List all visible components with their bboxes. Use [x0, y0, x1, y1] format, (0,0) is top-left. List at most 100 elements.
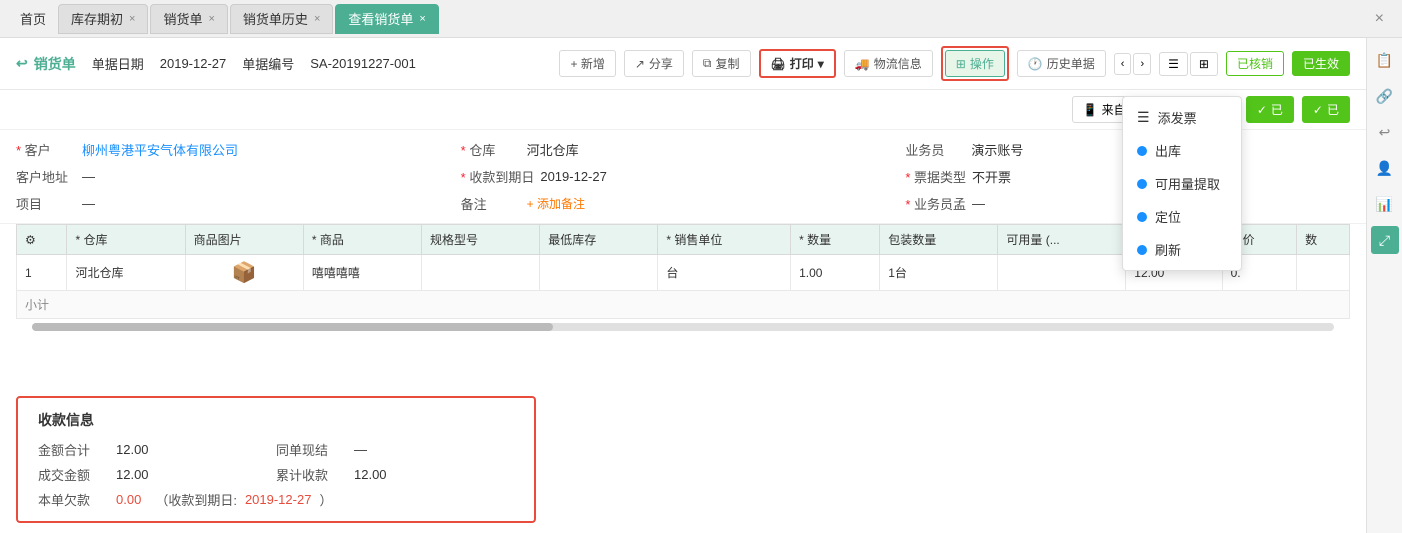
doc-meta: 单据日期 2019-12-27 单据编号 SA-20191227-001: [92, 54, 416, 73]
current-owe-row: 本单欠款 0.00 （收款到期日: 2019-12-27 ）: [38, 490, 514, 509]
staff-label: 业务员: [905, 140, 965, 159]
tab-inventory-init[interactable]: 库存期初 ×: [58, 4, 148, 34]
row-qty: 1.00: [791, 255, 880, 291]
same-order-label: 同单现结: [276, 440, 346, 459]
prev-arrow[interactable]: ‹: [1114, 53, 1132, 75]
product-image: 📦: [232, 262, 257, 284]
close-tab-history[interactable]: ×: [314, 13, 320, 25]
project-value: —: [82, 196, 95, 211]
view-toggle: ☰ ⊞: [1159, 52, 1218, 76]
refresh-label: 刷新: [1155, 240, 1181, 259]
locate-dot: [1137, 212, 1147, 222]
deal-amount-label: 成交金额: [38, 465, 108, 484]
payment-date-label: 收款到期日: [461, 167, 535, 186]
right-sidebar: 📋 🔗 ↩ 👤 📊 ⤢: [1366, 38, 1402, 533]
deal-amount-value: 12.00: [116, 467, 149, 482]
mobile-icon: 📱: [1083, 103, 1098, 117]
th-extra: 数: [1297, 225, 1350, 255]
list-view-btn[interactable]: ☰: [1159, 52, 1188, 76]
customer-value[interactable]: 柳州粤港平安气体有限公司: [82, 140, 238, 159]
row-image: 📦: [185, 255, 303, 291]
dropdown-outbound[interactable]: 出库: [1123, 134, 1241, 167]
dropdown-add-invoice[interactable]: ☰ 添发票: [1123, 101, 1241, 134]
sidebar-icon-4[interactable]: 👤: [1371, 154, 1399, 182]
history-button[interactable]: 🕐 历史单据: [1017, 50, 1106, 77]
total-amount-row: 金额合计 12.00: [38, 440, 276, 459]
doc-title-section: ↩ 销货单: [16, 54, 76, 74]
no-label: 单据编号: [242, 54, 294, 73]
locate-label: 定位: [1155, 207, 1181, 226]
deal-amount-row: 成交金额 12.00: [38, 465, 276, 484]
th-sku: 规格型号: [422, 225, 540, 255]
share-button[interactable]: ↗ 分享: [624, 50, 684, 77]
plus-icon: +: [527, 197, 534, 211]
logistics-button[interactable]: 🚚 物流信息: [844, 50, 933, 77]
copy-button[interactable]: ⧉ 复制: [692, 50, 751, 77]
grid-view-btn[interactable]: ⊞: [1190, 52, 1218, 76]
row-product: 嘻嘻嘻嘻: [303, 255, 421, 291]
dropdown-refresh[interactable]: 刷新: [1123, 233, 1241, 266]
add-remark-btn[interactable]: + 添加备注: [527, 195, 585, 212]
cancel-badge[interactable]: 已核销: [1226, 51, 1284, 76]
check2-btn[interactable]: ✓ 已: [1302, 96, 1350, 123]
due-date-text: （收款到期日:: [155, 490, 237, 509]
total-amount-value: 12.00: [116, 442, 149, 457]
tab-home[interactable]: 首页: [10, 9, 56, 28]
print-icon: 🖨: [771, 57, 786, 71]
next-arrow[interactable]: ›: [1133, 53, 1151, 75]
salesperson-label: 业务员孟: [905, 194, 966, 213]
sidebar-icon-3[interactable]: ↩: [1371, 118, 1399, 146]
current-owe-value: 0.00: [116, 492, 141, 507]
close-main-icon[interactable]: ×: [1367, 10, 1392, 28]
address-label: 客户地址: [16, 167, 76, 186]
row-minstock: [540, 255, 658, 291]
copy-icon: ⧉: [703, 56, 712, 71]
date-value: 2019-12-27: [160, 56, 227, 71]
sidebar-icon-5[interactable]: 📊: [1371, 190, 1399, 218]
warehouse-row: 仓库 河北仓库: [461, 140, 906, 159]
horizontal-scrollbar[interactable]: [32, 323, 1334, 331]
sidebar-icon-2[interactable]: 🔗: [1371, 82, 1399, 110]
tab-view-sales[interactable]: 查看销货单 ×: [335, 4, 438, 34]
salesperson-value: —: [972, 196, 985, 211]
sidebar-icon-1[interactable]: 📋: [1371, 46, 1399, 74]
effect-badge[interactable]: 已生效: [1292, 51, 1350, 76]
payment-title: 收款信息: [38, 410, 514, 430]
print-button[interactable]: 🖨 打印 ▾: [759, 49, 836, 78]
new-button[interactable]: + 新增: [559, 50, 615, 77]
close-tab-inventory[interactable]: ×: [129, 13, 135, 25]
dropdown-locate[interactable]: 定位: [1123, 200, 1241, 233]
cumulative-value: 12.00: [354, 467, 387, 482]
ticket-value: 不开票: [972, 167, 1011, 186]
warehouse-label: 仓库: [461, 140, 521, 159]
staff-value: 演示账号: [971, 140, 1023, 159]
th-unit: * 销售单位: [658, 225, 791, 255]
current-owe-label: 本单欠款: [38, 490, 108, 509]
project-label: 项目: [16, 194, 76, 213]
row-extra: [1297, 255, 1350, 291]
operations-button[interactable]: ⊞ 操作: [945, 50, 1005, 77]
th-settings[interactable]: ⚙: [17, 225, 67, 255]
tab-sales-history[interactable]: 销货单历史 ×: [230, 4, 333, 34]
tab-sales-order[interactable]: 销货单 ×: [150, 4, 227, 34]
th-image: 商品图片: [185, 225, 303, 255]
payment-date-value: 2019-12-27: [540, 169, 607, 184]
check2-icon: ✓: [1313, 103, 1323, 117]
refresh-dot: [1137, 245, 1147, 255]
invoice-icon: ☰: [1137, 109, 1150, 126]
scroll-thumb[interactable]: [32, 323, 553, 331]
available-qty-label: 可用量提取: [1155, 174, 1220, 193]
row-warehouse: 河北仓库: [67, 255, 185, 291]
nav-arrows: ‹ ›: [1114, 53, 1151, 75]
close-tab-view[interactable]: ×: [419, 13, 425, 25]
truck-icon: 🚚: [855, 57, 870, 71]
sidebar-icon-expand[interactable]: ⤢: [1371, 226, 1399, 254]
share-icon: ↗: [635, 57, 645, 71]
check-btn[interactable]: ✓ 已: [1246, 96, 1294, 123]
payment-box: 收款信息 金额合计 12.00 同单现结 — 成交金额 12.00 累计收款 1…: [16, 396, 536, 523]
close-tab-sales[interactable]: ×: [208, 13, 214, 25]
address-row: 客户地址 —: [16, 167, 461, 186]
history-icon: 🕐: [1028, 57, 1043, 71]
dropdown-available-qty[interactable]: 可用量提取: [1123, 167, 1241, 200]
row-available: [998, 255, 1126, 291]
